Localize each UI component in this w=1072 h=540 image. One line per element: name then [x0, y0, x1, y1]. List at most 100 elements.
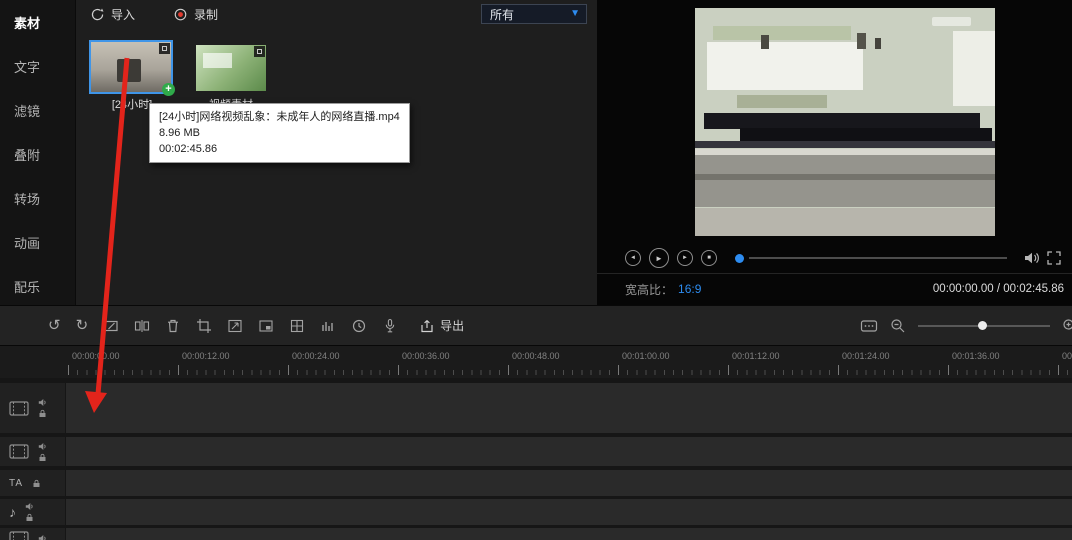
preview-video-frame	[695, 8, 995, 236]
playhead-dot[interactable]	[735, 254, 744, 263]
next-frame-button[interactable]: ►	[677, 250, 693, 266]
split-icon[interactable]	[134, 318, 150, 334]
timecode-display: 00:00:00.00 / 00:02:45.86	[933, 283, 1064, 295]
edit-icon[interactable]	[103, 318, 119, 334]
fullscreen-icon[interactable]	[1046, 250, 1062, 266]
video-frame-region	[713, 26, 851, 40]
zoom-in-icon[interactable]	[1062, 318, 1072, 334]
export-label: 导出	[440, 317, 464, 334]
track-mute-icon[interactable]	[38, 398, 47, 407]
sidebar-item-text[interactable]: 文字	[0, 44, 75, 88]
redo-icon[interactable]: ↻	[76, 318, 89, 334]
video-track-icon	[9, 444, 29, 459]
text-track-icon: TA	[9, 478, 23, 489]
undo-icon[interactable]: ↺	[48, 318, 61, 334]
volume-icon[interactable]	[1023, 250, 1040, 266]
video-frame-region	[704, 113, 980, 129]
sidebar-item-media[interactable]: 素材	[0, 0, 75, 44]
timeline-ruler[interactable]: 00:00:00.00 00:00:12.00 00:00:24.00 00:0…	[0, 345, 1072, 378]
filter-dropdown-value: 所有	[490, 6, 514, 23]
video-frame-region	[737, 95, 827, 109]
mosaic-icon[interactable]	[289, 318, 305, 334]
sidebar-item-transition[interactable]: 转场	[0, 176, 75, 220]
ruler-label: 00:01:00.00	[622, 351, 670, 361]
media-clip-1[interactable]: +	[89, 40, 173, 94]
zoom-slider[interactable]	[918, 325, 1050, 327]
sidebar-item-filter[interactable]: 滤镜	[0, 88, 75, 132]
music-track-icon: ♪	[9, 504, 16, 520]
sidebar-item-animation[interactable]: 动画	[0, 220, 75, 264]
aspect-ratio-label: 宽高比：	[625, 281, 673, 298]
track-header	[0, 383, 65, 433]
scale-icon[interactable]	[227, 318, 243, 334]
track-lane[interactable]	[66, 437, 1072, 466]
video-frame-region	[695, 174, 995, 180]
track-header: TA	[0, 470, 65, 496]
timeline-toolbar: ↺ ↻	[0, 305, 1072, 345]
track-lane[interactable]	[66, 383, 1072, 433]
preview-panel: ◄ ► ► ■ 宽高比： 16:9 00:00:00.00 / 00:02:45…	[597, 0, 1072, 305]
video-frame-region	[875, 38, 881, 49]
ruler-label: 00:00:12.00	[182, 351, 230, 361]
track-lane[interactable]	[66, 499, 1072, 525]
crop-icon[interactable]	[196, 318, 212, 334]
media-toolbar: 导入 录制 所有 ▼	[76, 0, 597, 28]
ruler-label: 00:00:00.00	[72, 351, 120, 361]
audio-levels-icon[interactable]	[320, 318, 336, 334]
media-panel: 导入 录制 所有 ▼ + [24小时] 视频素材	[75, 0, 597, 305]
track-lock-icon[interactable]	[38, 409, 47, 418]
record-button[interactable]: 录制	[173, 6, 218, 23]
previous-frame-button[interactable]: ◄	[625, 250, 641, 266]
track-mute-icon[interactable]	[38, 534, 47, 540]
clip1-corner-badge-icon	[159, 43, 170, 54]
export-icon	[419, 318, 435, 334]
delete-icon[interactable]	[165, 318, 181, 334]
track-mute-icon[interactable]	[25, 502, 34, 511]
track-lock-icon[interactable]	[25, 513, 34, 522]
track-mute-icon[interactable]	[38, 442, 47, 451]
track-lane[interactable]	[66, 470, 1072, 496]
tooltip-filesize: 8.96 MB	[159, 125, 400, 141]
sidebar-item-overlay[interactable]: 叠附	[0, 132, 75, 176]
chevron-down-icon: ▼	[570, 8, 580, 19]
preview-render-icon[interactable]	[860, 318, 878, 334]
video-track-icon	[9, 531, 29, 540]
pip-icon[interactable]	[258, 318, 274, 334]
ruler-label: 00:0	[1062, 351, 1072, 361]
track-header	[0, 528, 65, 540]
record-label: 录制	[194, 6, 218, 23]
watermark	[932, 17, 971, 26]
previous-frame-icon: ◄	[630, 255, 636, 261]
play-button[interactable]: ►	[649, 248, 669, 268]
stop-button[interactable]: ■	[701, 250, 717, 266]
stop-icon: ■	[707, 255, 711, 261]
track-lane[interactable]	[66, 528, 1072, 540]
track-lock-icon[interactable]	[32, 479, 41, 488]
import-icon	[90, 7, 105, 22]
track-header	[0, 437, 65, 466]
timeline-track-music: ♪	[0, 499, 1072, 525]
zoom-slider-handle[interactable]	[978, 321, 987, 330]
zoom-out-icon[interactable]	[890, 318, 906, 334]
add-to-timeline-icon[interactable]: +	[162, 83, 175, 96]
sidebar-item-music[interactable]: 配乐	[0, 264, 75, 308]
import-button[interactable]: 导入	[90, 6, 135, 23]
preview-progress-bar[interactable]	[749, 257, 1007, 259]
clip-tooltip: [24小时]网络视频乱象：未成年人的网络直播.mp4 8.96 MB 00:02…	[149, 103, 410, 163]
filter-dropdown[interactable]: 所有 ▼	[481, 4, 587, 24]
ruler-label: 00:00:24.00	[292, 351, 340, 361]
video-frame-region	[953, 31, 995, 106]
microphone-icon[interactable]	[382, 318, 398, 334]
video-frame-region	[695, 208, 995, 237]
video-frame-region	[695, 155, 995, 207]
ruler-label: 00:00:48.00	[512, 351, 560, 361]
aspect-ratio-value[interactable]: 16:9	[678, 282, 701, 296]
preview-info-bar: 宽高比： 16:9 00:00:00.00 / 00:02:45.86	[597, 273, 1072, 304]
transport-controls: ◄ ► ► ■	[597, 243, 1072, 273]
media-clip-2[interactable]	[196, 45, 266, 91]
export-button[interactable]: 导出	[419, 317, 464, 334]
duration-clock-icon[interactable]	[351, 318, 367, 334]
video-frame-region	[707, 42, 863, 90]
track-lock-icon[interactable]	[38, 453, 47, 462]
clip2-corner-badge-icon	[254, 46, 265, 57]
